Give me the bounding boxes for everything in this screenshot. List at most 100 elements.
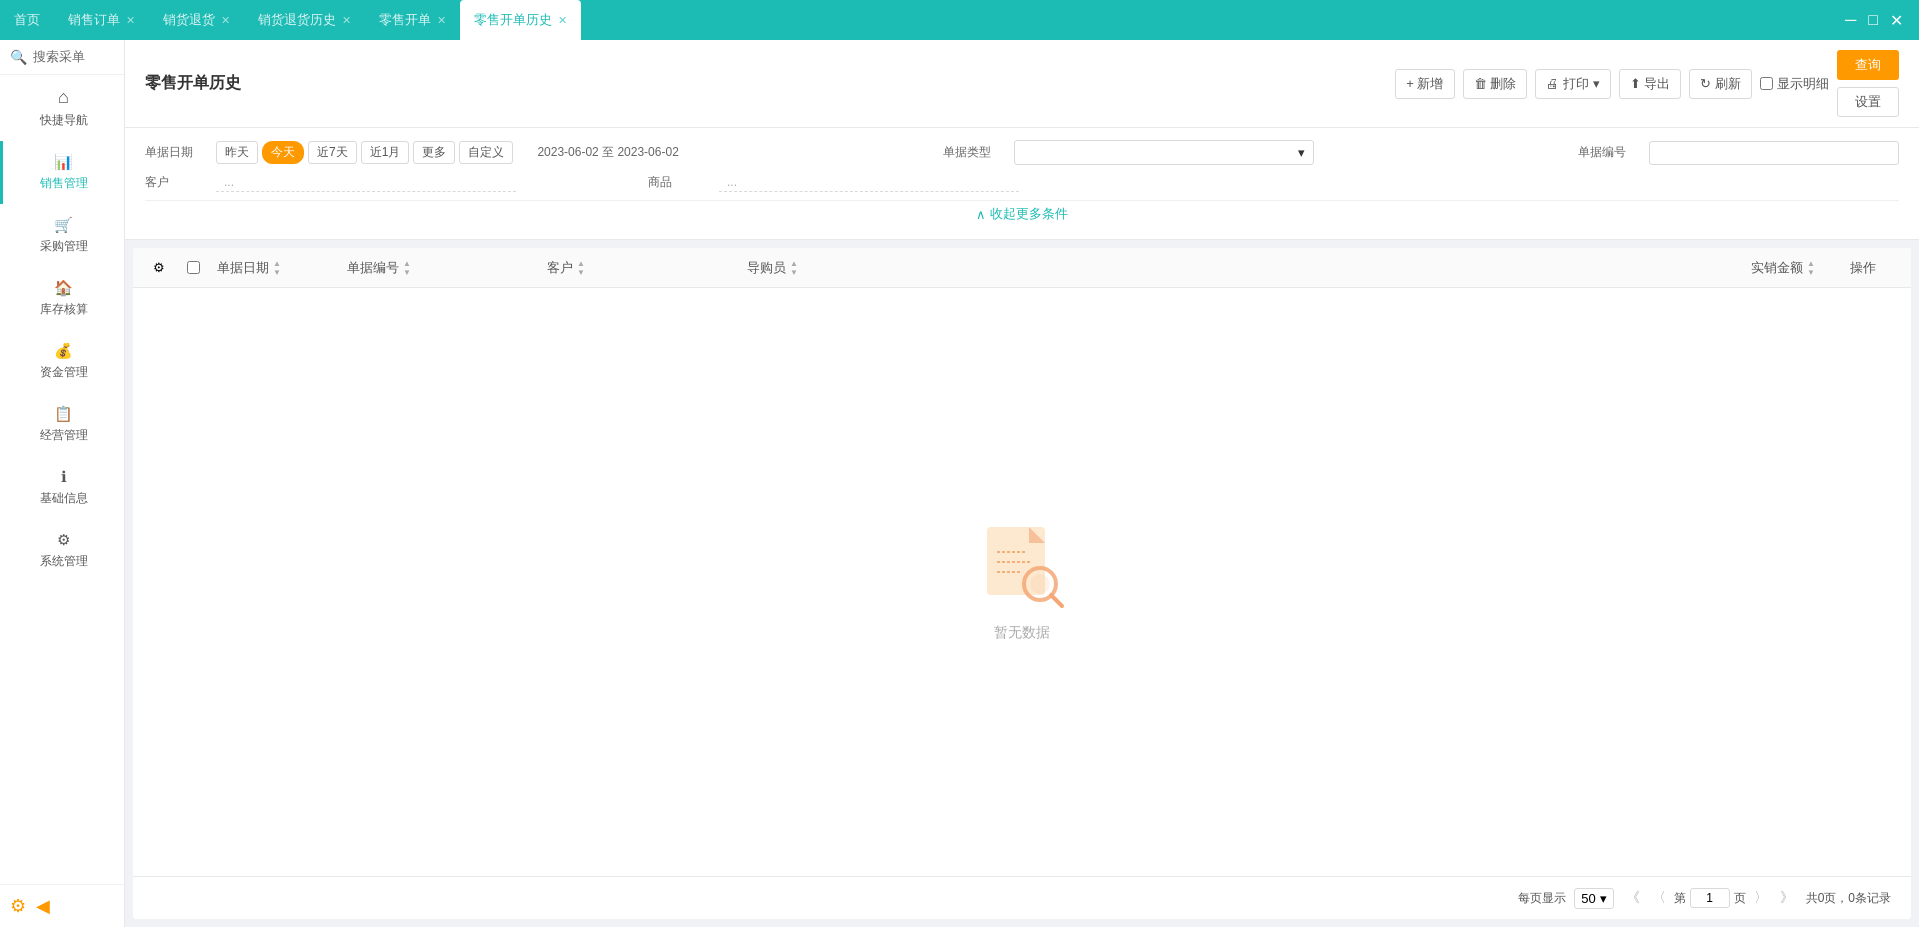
main-layout: 🔍 搜索采单 ⌂ 快捷导航 📊 销售管理 🛒 采购管理 🏠 库存核算 💰 资金管… xyxy=(0,40,1919,927)
table-select-all[interactable] xyxy=(177,261,209,274)
sidebar-item-operations[interactable]: 📋 经营管理 xyxy=(0,393,124,456)
table-header: ⚙ 单据日期 ▲▼ 单据编号 ▲▼ 客户 ▲▼ 导购员 xyxy=(133,248,1911,288)
window-controls: ─ □ ✕ xyxy=(1845,11,1919,30)
date-buttons: 昨天 今天 近7天 近1月 更多 自定义 xyxy=(216,141,513,164)
sort-guide-icon: ▲▼ xyxy=(790,259,798,277)
svg-point-6 xyxy=(1030,574,1050,594)
sidebar-item-purchase-mgmt[interactable]: 🛒 采购管理 xyxy=(0,204,124,267)
page-size-label: 每页显示 xyxy=(1518,890,1566,907)
window-restore-btn[interactable]: □ xyxy=(1868,11,1878,29)
tab-close-retail-history[interactable]: ✕ xyxy=(558,14,567,27)
home-icon: ⌂ xyxy=(58,87,69,108)
client-input[interactable]: ... xyxy=(216,173,516,192)
date-btn-custom[interactable]: 自定义 xyxy=(459,141,513,164)
show-detail-checkbox-label[interactable]: 显示明细 xyxy=(1760,75,1829,93)
system-icon: ⚙ xyxy=(57,531,70,549)
sidebar-item-inventory[interactable]: 🏠 库存核算 xyxy=(0,267,124,330)
bill-num-label: 单据编号 xyxy=(1578,144,1633,161)
table-settings-btn[interactable]: ⚙ xyxy=(141,260,177,275)
page-num-input[interactable] xyxy=(1690,888,1730,908)
collapse-icon: ∧ xyxy=(976,207,986,222)
delete-button[interactable]: 🗑 删除 xyxy=(1463,69,1528,99)
bill-type-select[interactable]: ▾ xyxy=(1014,140,1314,165)
sidebar-item-system-mgmt[interactable]: ⚙ 系统管理 xyxy=(0,519,124,582)
print-dropdown-arrow[interactable]: ▾ xyxy=(1593,76,1600,91)
col-guide[interactable]: 导购员 ▲▼ xyxy=(739,259,859,277)
page-size-select[interactable]: 50 ▾ xyxy=(1574,888,1613,909)
col-amount[interactable]: 实销金额 ▲▼ xyxy=(1703,259,1823,277)
add-button[interactable]: + 新增 xyxy=(1395,69,1454,99)
tab-home[interactable]: 首页 xyxy=(0,0,54,40)
refresh-button[interactable]: ↻ 刷新 xyxy=(1689,69,1752,99)
tab-close-sales-order[interactable]: ✕ xyxy=(126,14,135,27)
col-num[interactable]: 单据编号 ▲▼ xyxy=(339,259,539,277)
prev-page-btn[interactable]: 〈 xyxy=(1648,887,1670,909)
tab-return-history[interactable]: 销货退货历史 ✕ xyxy=(244,0,365,40)
date-btn-more[interactable]: 更多 xyxy=(413,141,455,164)
empty-state: 暂无数据 xyxy=(133,288,1911,876)
date-range-display: 2023-06-02 至 2023-06-02 xyxy=(537,144,678,161)
info-icon: ℹ xyxy=(61,468,67,486)
sort-num-icon: ▲▼ xyxy=(403,259,411,277)
last-page-btn[interactable]: 》 xyxy=(1776,887,1798,909)
sort-client-icon: ▲▼ xyxy=(577,259,585,277)
settings-button[interactable]: 设置 xyxy=(1837,87,1899,117)
content-area: 零售开单历史 + 新增 🗑 删除 🖨 打印 ▾ ⬆ 导出 ↻ 刷新 xyxy=(125,40,1919,927)
goods-input[interactable]: ... xyxy=(719,173,1019,192)
page-size-arrow: ▾ xyxy=(1600,891,1607,906)
tab-return[interactable]: 销货退货 ✕ xyxy=(149,0,244,40)
sales-icon: 📊 xyxy=(54,153,73,171)
tab-close-return[interactable]: ✕ xyxy=(221,14,230,27)
show-detail-checkbox[interactable] xyxy=(1760,77,1773,90)
tab-retail-history[interactable]: 零售开单历史 ✕ xyxy=(460,0,581,40)
sidebar-settings-btn[interactable]: ⚙ xyxy=(10,895,26,917)
sidebar-search[interactable]: 🔍 搜索采单 xyxy=(0,40,124,75)
svg-line-7 xyxy=(1051,595,1062,606)
purchase-icon: 🛒 xyxy=(54,216,73,234)
date-btn-1month[interactable]: 近1月 xyxy=(361,141,410,164)
window-minimize-btn[interactable]: ─ xyxy=(1845,11,1856,29)
empty-icon xyxy=(972,522,1072,612)
col-client[interactable]: 客户 ▲▼ xyxy=(539,259,739,277)
search-icon: 🔍 xyxy=(10,49,27,65)
filter-row-1: 单据日期 昨天 今天 近7天 近1月 更多 自定义 2023-06-02 至 2… xyxy=(145,140,1899,165)
print-button[interactable]: 🖨 打印 ▾ xyxy=(1535,69,1611,99)
date-btn-yesterday[interactable]: 昨天 xyxy=(216,141,258,164)
sidebar-item-basic-info[interactable]: ℹ 基础信息 xyxy=(0,456,124,519)
sidebar-bottom: ⚙ ◀ xyxy=(0,884,124,927)
sidebar-item-quick-nav[interactable]: ⌂ 快捷导航 xyxy=(0,75,124,141)
client-label: 客户 xyxy=(145,174,200,191)
next-page-btn[interactable]: 〉 xyxy=(1750,887,1772,909)
first-page-btn[interactable]: 《 xyxy=(1622,887,1644,909)
sort-date-icon: ▲▼ xyxy=(273,259,281,277)
tab-close-retail-order[interactable]: ✕ xyxy=(437,14,446,27)
col-ops: 操作 xyxy=(1823,259,1903,277)
bill-type-arrow: ▾ xyxy=(1298,145,1305,160)
export-button[interactable]: ⬆ 导出 xyxy=(1619,69,1682,99)
tab-retail-order[interactable]: 零售开单 ✕ xyxy=(365,0,460,40)
empty-illustration xyxy=(972,522,1072,612)
collapse-filter-btn[interactable]: ∧ 收起更多条件 xyxy=(145,200,1899,227)
bill-num-input[interactable] xyxy=(1649,141,1899,165)
date-btn-today[interactable]: 今天 xyxy=(262,141,304,164)
col-date[interactable]: 单据日期 ▲▼ xyxy=(209,259,339,277)
finance-icon: 💰 xyxy=(54,342,73,360)
toolbar: + 新增 🗑 删除 🖨 打印 ▾ ⬆ 导出 ↻ 刷新 显示明细 xyxy=(1395,50,1899,117)
tab-sales-order[interactable]: 销售订单 ✕ xyxy=(54,0,149,40)
sidebar-item-sales-mgmt[interactable]: 📊 销售管理 xyxy=(0,141,124,204)
page-nav: 《 〈 第 页 〉 》 xyxy=(1622,887,1798,909)
sidebar-collapse-btn[interactable]: ◀ xyxy=(36,895,50,917)
sidebar: 🔍 搜索采单 ⌂ 快捷导航 📊 销售管理 🛒 采购管理 🏠 库存核算 💰 资金管… xyxy=(0,40,125,927)
select-all-checkbox[interactable] xyxy=(187,261,200,274)
window-close-btn[interactable]: ✕ xyxy=(1890,11,1903,30)
table-area: ⚙ 单据日期 ▲▼ 单据编号 ▲▼ 客户 ▲▼ 导购员 xyxy=(133,248,1911,919)
bill-type-label: 单据类型 xyxy=(943,144,998,161)
date-label: 单据日期 xyxy=(145,144,200,161)
page-header: 零售开单历史 + 新增 🗑 删除 🖨 打印 ▾ ⬆ 导出 ↻ 刷新 xyxy=(125,40,1919,128)
goods-label: 商品 xyxy=(648,174,703,191)
sidebar-item-finance[interactable]: 💰 资金管理 xyxy=(0,330,124,393)
tab-close-return-history[interactable]: ✕ xyxy=(342,14,351,27)
sort-amount-icon: ▲▼ xyxy=(1807,259,1815,277)
query-button[interactable]: 查询 xyxy=(1837,50,1899,80)
date-btn-7days[interactable]: 近7天 xyxy=(308,141,357,164)
